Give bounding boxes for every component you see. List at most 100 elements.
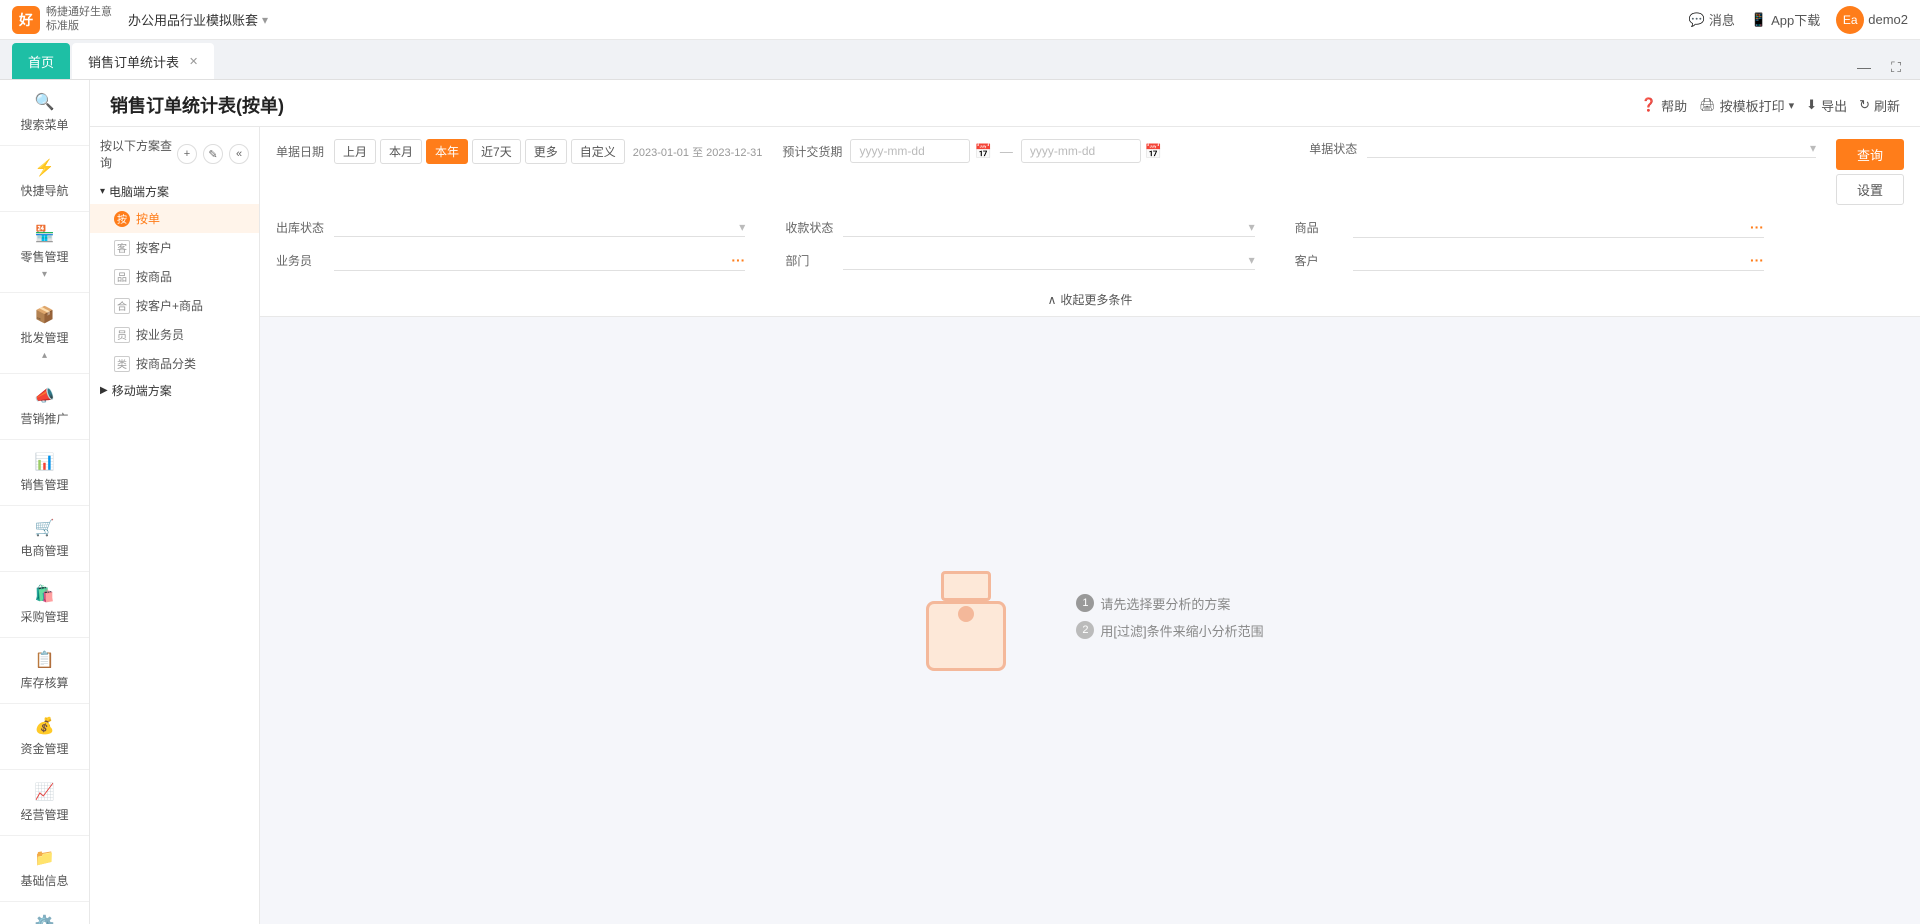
help-btn[interactable]: ❓ 帮助 — [1641, 96, 1687, 115]
goods-select: ··· — [1353, 217, 1764, 238]
sidebar-item-marketing[interactable]: 📣 营销推广 — [0, 374, 89, 440]
scheme-add-btn[interactable]: + — [177, 144, 197, 164]
scheme-panel-icons: + ✎ « — [177, 144, 249, 164]
query-button[interactable]: 查询 — [1836, 139, 1904, 170]
out-status-select: ▾ — [334, 218, 745, 237]
department-label: 部门 — [785, 252, 835, 269]
collapse-bar[interactable]: ∧ 收起更多条件 — [276, 283, 1904, 316]
window-maximize-btn[interactable]: ⛶ — [1884, 55, 1908, 79]
tab-sales-order-stat[interactable]: 销售订单统计表 ✕ — [72, 43, 214, 79]
export-icon: ⬇ — [1806, 97, 1817, 113]
mobile-arrow-icon: ▶ — [100, 385, 108, 396]
salesperson-label: 业务员 — [276, 252, 326, 269]
scheme-item-icon-cust-prod: 合 — [114, 298, 130, 314]
dropdown-arrow-icon[interactable]: ▾ — [262, 13, 268, 27]
sidebar-item-operation[interactable]: 📈 经营管理 — [0, 770, 89, 836]
tab-home[interactable]: 首页 — [12, 43, 70, 79]
refresh-btn[interactable]: ↻ 刷新 — [1859, 96, 1900, 115]
export-btn[interactable]: ⬇ 导出 — [1806, 96, 1847, 115]
scheme-item-by-order[interactable]: 按 按单 — [90, 204, 259, 233]
app-download-btn[interactable]: 📱 App下载 — [1751, 10, 1820, 29]
date-btn-this-year[interactable]: 本年 — [426, 139, 468, 164]
expected-date-end-wrap: 📅 — [1021, 139, 1162, 163]
expected-date-end-input[interactable] — [1021, 139, 1141, 163]
sidebar-item-ecommerce[interactable]: 🛒 电商管理 — [0, 506, 89, 572]
filter-section: 单据日期 上月 本月 本年 近7天 更多 自定义 2023-01-01 至 20… — [260, 127, 1920, 317]
sidebar: 🔍 搜索菜单 ⚡ 快捷导航 🏪 零售管理 ▾ 📦 批发管理 ▴ 📣 营销推广 📊… — [0, 80, 90, 924]
scheme-item-by-salesperson[interactable]: 员 按业务员 — [90, 320, 259, 349]
content-area: 销售订单统计表(按单) ❓ 帮助 🖨 按模板打印 ▾ ⬇ 导出 ↻ 刷新 — [90, 80, 1920, 924]
hint-num-2: 2 — [1076, 621, 1094, 639]
scheme-item-by-category[interactable]: 类 按商品分类 — [90, 349, 259, 378]
settings-button[interactable]: 设置 — [1836, 174, 1904, 205]
date-range-text: 2023-01-01 至 2023-12-31 — [633, 144, 763, 160]
sidebar-item-purchase[interactable]: 🛍️ 采购管理 — [0, 572, 89, 638]
help-icon: ❓ — [1641, 97, 1657, 113]
ecommerce-icon: 🛒 — [35, 518, 55, 538]
goods-ellipsis-btn[interactable]: ··· — [1750, 219, 1764, 235]
message-icon: 💬 — [1689, 12, 1705, 28]
date-btn-last-month[interactable]: 上月 — [334, 139, 376, 164]
print-btn[interactable]: 🖨 按模板打印 ▾ — [1699, 96, 1794, 115]
date-btn-this-month[interactable]: 本月 — [380, 139, 422, 164]
sales-icon: 📊 — [35, 452, 55, 472]
filter-row-1: 单据日期 上月 本月 本年 近7天 更多 自定义 2023-01-01 至 20… — [276, 139, 1904, 205]
system-icon: ⚙️ — [35, 914, 55, 924]
expected-date-start-input[interactable] — [850, 139, 970, 163]
tab-close-icon[interactable]: ✕ — [189, 55, 198, 68]
filter-row-3: 业务员 ··· 部门 ▾ — [276, 250, 1904, 271]
scheme-item-by-product[interactable]: 品 按商品 — [90, 262, 259, 291]
tab-bar-right: — ⛶ — [1852, 55, 1908, 79]
status-dropdown-arrow[interactable]: ▾ — [1810, 141, 1816, 155]
status-filter-label: 单据状态 — [1309, 140, 1359, 157]
salesperson-select: ··· — [334, 250, 745, 271]
sidebar-item-retail[interactable]: 🏪 零售管理 ▾ — [0, 212, 89, 293]
out-status-label: 出库状态 — [276, 219, 326, 236]
date-btn-7days[interactable]: 近7天 — [472, 139, 521, 164]
refresh-icon: ↻ — [1859, 97, 1870, 113]
sidebar-item-inventory[interactable]: 📋 库存核算 — [0, 638, 89, 704]
scheme-item-icon-customer: 客 — [114, 240, 130, 256]
print-arrow-icon: ▾ — [1789, 99, 1795, 112]
operation-icon: 📈 — [35, 782, 55, 802]
date-btn-custom[interactable]: 自定义 — [571, 139, 625, 164]
sidebar-item-finance[interactable]: 💰 资金管理 — [0, 704, 89, 770]
scheme-item-by-cust-prod[interactable]: 合 按客户+商品 — [90, 291, 259, 320]
sidebar-item-quick-nav[interactable]: ⚡ 快捷导航 — [0, 146, 89, 212]
user-profile[interactable]: Ea demo2 — [1836, 6, 1908, 34]
customer-ellipsis-btn[interactable]: ··· — [1750, 252, 1764, 268]
app-logo[interactable]: 好 畅捷通好生意 标准版 — [12, 6, 112, 34]
inventory-icon: 📋 — [35, 650, 55, 670]
calendar-end-icon[interactable]: 📅 — [1145, 143, 1162, 160]
sidebar-item-system[interactable]: ⚙️ 系统管理 — [0, 902, 89, 924]
filter-row-2: 出库状态 ▾ 收款状态 ▾ — [276, 217, 1904, 238]
salesperson-ellipsis-btn[interactable]: ··· — [731, 252, 745, 268]
date-quick-btns: 上月 本月 本年 近7天 更多 自定义 — [334, 139, 625, 164]
wholesale-icon: 📦 — [35, 305, 55, 325]
calendar-start-icon[interactable]: 📅 — [974, 143, 991, 160]
collapse-icon: ∧ — [1048, 293, 1057, 307]
top-bar-title: 办公用品行业模拟账套 ▾ — [128, 10, 1689, 29]
logo-text: 畅捷通好生意 标准版 — [46, 6, 112, 32]
section-arrow-icon: ▾ — [100, 186, 105, 197]
avatar: Ea — [1836, 6, 1864, 34]
scheme-section-mobile[interactable]: ▶ 移动端方案 — [90, 378, 259, 403]
date-btn-more[interactable]: 更多 — [525, 139, 567, 164]
receipt-status-label: 收款状态 — [785, 219, 835, 236]
scheme-panel-header: 按以下方案查询 + ✎ « — [90, 137, 259, 179]
main-layout: 🔍 搜索菜单 ⚡ 快捷导航 🏪 零售管理 ▾ 📦 批发管理 ▴ 📣 营销推广 📊… — [0, 80, 1920, 924]
scheme-section-pc[interactable]: ▾ 电脑端方案 — [90, 179, 259, 204]
sidebar-item-wholesale[interactable]: 📦 批发管理 ▴ — [0, 293, 89, 374]
expected-date-start-wrap: 📅 — [850, 139, 991, 163]
empty-hint-item-1: 1 请先选择要分析的方案 — [1076, 594, 1263, 613]
sidebar-item-search[interactable]: 🔍 搜索菜单 — [0, 80, 89, 146]
inner-layout: 按以下方案查询 + ✎ « ▾ — [90, 127, 1920, 924]
scheme-edit-btn[interactable]: ✎ — [203, 144, 223, 164]
scheme-collapse-btn[interactable]: « — [229, 144, 249, 164]
download-icon: 📱 — [1751, 12, 1767, 28]
scheme-item-by-customer[interactable]: 客 按客户 — [90, 233, 259, 262]
sidebar-item-basic-info[interactable]: 📁 基础信息 — [0, 836, 89, 902]
window-minimize-btn[interactable]: — — [1852, 55, 1876, 79]
sidebar-item-sales[interactable]: 📊 销售管理 — [0, 440, 89, 506]
messages-btn[interactable]: 💬 消息 — [1689, 10, 1735, 29]
